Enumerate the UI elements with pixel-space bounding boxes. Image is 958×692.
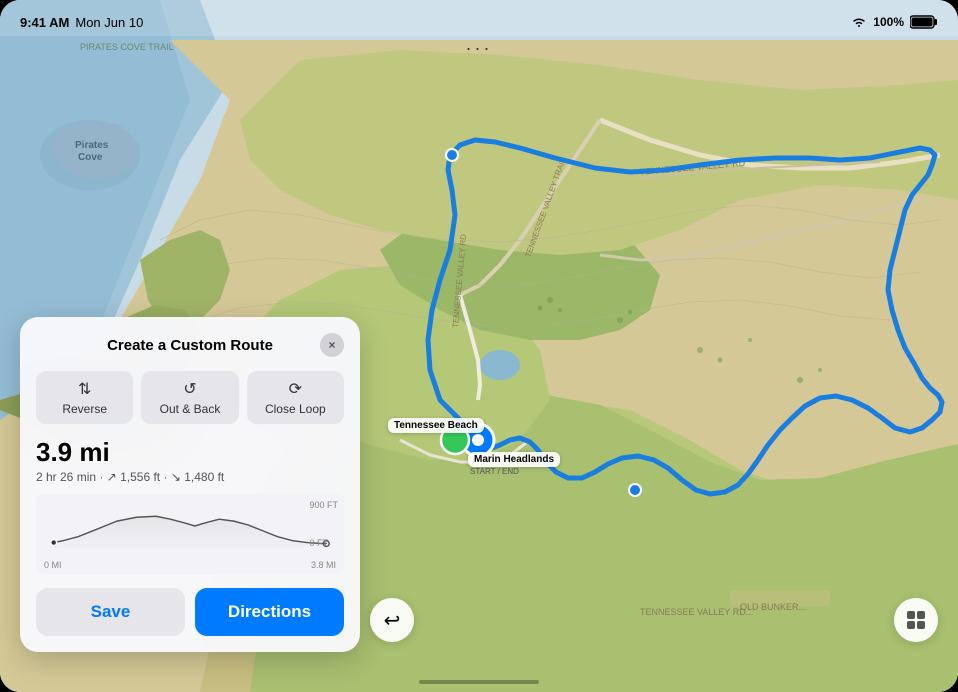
out-back-icon: ↺: [183, 379, 196, 399]
battery-label: 100%: [873, 15, 904, 29]
svg-text:Cove: Cove: [78, 152, 103, 163]
stats-detail: 2 hr 26 min · ↗ 1,556 ft · ↘ 1,480 ft: [36, 470, 344, 484]
route-options: ⇅ Reverse ↺ Out & Back ⟳ Close Loop: [36, 371, 344, 424]
elevation-labels-right: 900 FT 0 FT: [309, 500, 338, 548]
marin-headlands-label: Marin Headlands START / END: [468, 452, 560, 476]
reverse-label: Reverse: [62, 402, 107, 416]
stats: 3.9 mi 2 hr 26 min · ↗ 1,556 ft · ↘ 1,48…: [36, 438, 344, 484]
close-button[interactable]: ×: [320, 333, 344, 357]
map-options-button[interactable]: [894, 598, 938, 642]
time-stat: 2 hr 26 min: [36, 470, 96, 484]
elevation-chart: 900 FT 0 FT 0 MI 3.8 MI: [36, 494, 344, 574]
close-icon: ×: [328, 338, 335, 352]
home-indicator: [419, 680, 539, 684]
tennessee-beach-label: Tennessee Beach: [388, 418, 484, 433]
reverse-button[interactable]: ⇅ Reverse: [36, 371, 133, 424]
elevation-start-dist: 0 MI: [44, 560, 62, 570]
close-loop-button[interactable]: ⟳ Close Loop: [247, 371, 344, 424]
close-loop-icon: ⟳: [289, 379, 302, 399]
panel: Create a Custom Route × ⇅ Reverse ↺ Out …: [20, 317, 360, 652]
save-button[interactable]: Save: [36, 588, 185, 636]
distance: 3.9 mi: [36, 438, 344, 467]
close-loop-label: Close Loop: [265, 402, 326, 416]
elevation-max-label: 900 FT: [309, 500, 338, 510]
reverse-icon: ⇅: [78, 379, 91, 399]
battery-icon: [910, 15, 938, 29]
more-dots: ···: [466, 38, 493, 58]
status-time: 9:41 AM: [20, 15, 69, 30]
status-bar: 9:41 AM Mon Jun 10 100%: [0, 0, 958, 36]
elevation-graph: [44, 500, 336, 552]
elevation-end-dist: 3.8 MI: [311, 560, 336, 570]
status-icons: 100%: [851, 15, 938, 29]
panel-header: Create a Custom Route ×: [36, 333, 344, 357]
undo-icon: ↩: [384, 608, 401, 633]
svg-text:TENNESSEE VALLEY RD...: TENNESSEE VALLEY RD...: [640, 607, 753, 617]
out-back-label: Out & Back: [160, 402, 221, 416]
directions-button[interactable]: Directions: [195, 588, 344, 636]
out-back-button[interactable]: ↺ Out & Back: [141, 371, 238, 424]
elevation-labels-bottom: 0 MI 3.8 MI: [44, 560, 336, 570]
screen: Pirates Cove TENNESSEE VALLEY RD TENNESS…: [0, 0, 958, 692]
panel-title: Create a Custom Route: [60, 337, 320, 354]
undo-button[interactable]: ↩: [370, 598, 414, 642]
svg-text:PIRATES COVE TRAIL: PIRATES COVE TRAIL: [80, 42, 174, 52]
wifi-icon: [851, 16, 867, 28]
map-layers-icon: [905, 609, 927, 631]
status-date: Mon Jun 10: [75, 15, 143, 30]
elevation-gain: ↗ 1,556 ft: [107, 470, 160, 484]
elevation-min-label: 0 FT: [309, 538, 338, 548]
svg-text:Pirates: Pirates: [75, 140, 109, 151]
panel-buttons: Save Directions: [36, 588, 344, 636]
more-menu-button[interactable]: ···: [466, 38, 493, 59]
elevation-loss: ↘ 1,480 ft: [171, 470, 224, 484]
